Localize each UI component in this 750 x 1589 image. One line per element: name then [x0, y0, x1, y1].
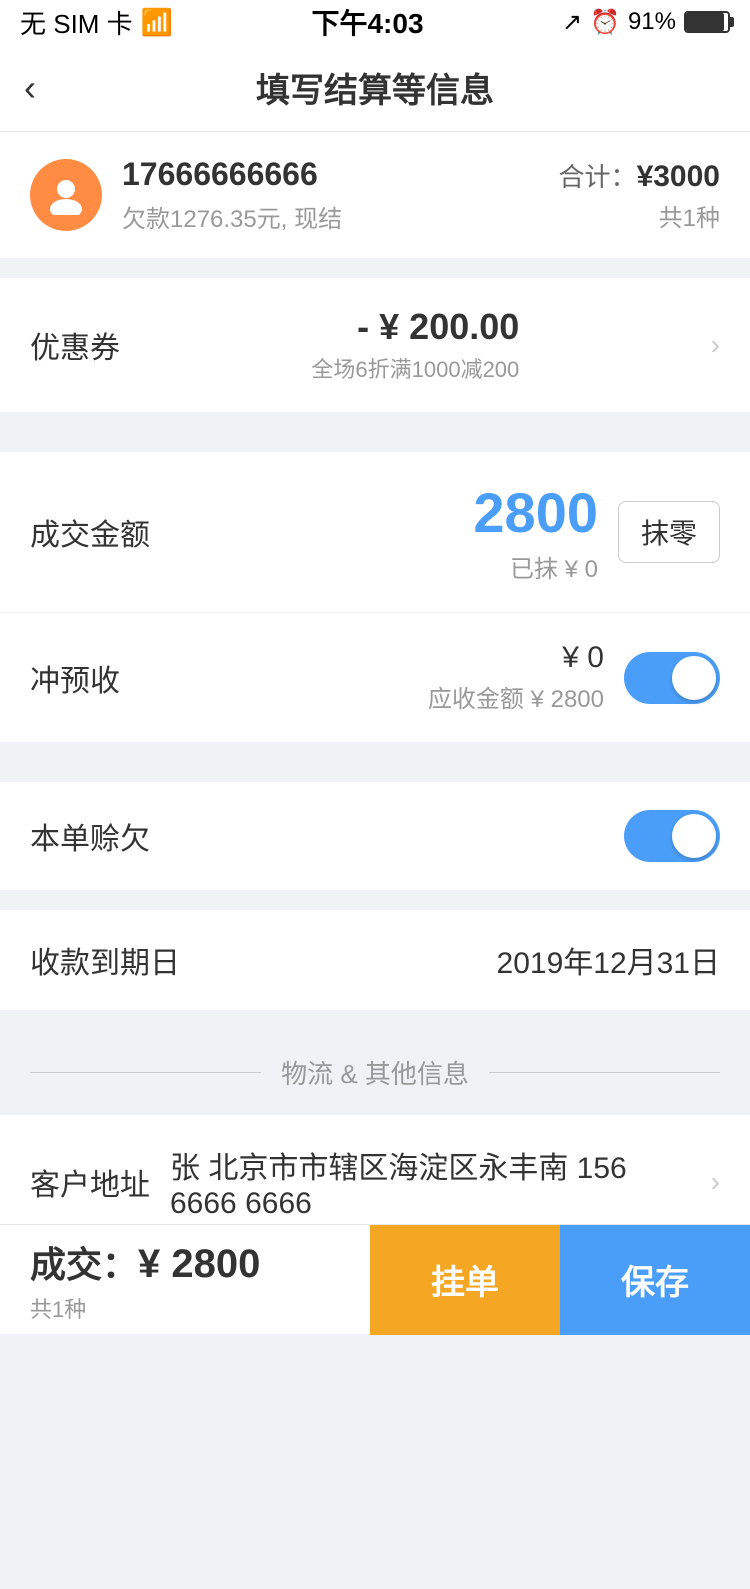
- prepaid-value: ¥ 0: [428, 641, 604, 675]
- coupon-amount: - ¥ 200.00: [311, 306, 519, 348]
- prepaid-toggle[interactable]: [624, 652, 720, 704]
- address-chevron-icon: ›: [711, 1166, 720, 1198]
- credit-row: 本单赊欠: [0, 782, 750, 890]
- form-section-credit: 本单赊欠: [0, 782, 750, 890]
- deal-amount-sub: 已抹 ¥ 0: [473, 549, 598, 584]
- battery-label: 91%: [628, 8, 676, 36]
- address-value: 张 北京市市辖区海淀区永丰南 156 6666 6666: [170, 1143, 699, 1221]
- round-zero-button[interactable]: 抹零: [618, 501, 720, 563]
- section-line-left: [30, 1072, 261, 1073]
- deal-amount-wrap: 2800 已抹 ¥ 0: [473, 480, 598, 584]
- status-time: 下午4:03: [311, 2, 423, 42]
- wifi-icon: 📶: [141, 7, 173, 38]
- deal-amount-row: 成交金额 2800 已抹 ¥ 0 抹零: [0, 452, 750, 613]
- due-date-label: 收款到期日: [30, 938, 180, 982]
- bottom-count: 共1种: [30, 1292, 340, 1324]
- prepaid-right: ¥ 0 应收金额 ¥ 2800: [428, 641, 720, 714]
- save-button[interactable]: 保存: [560, 1225, 750, 1335]
- bottom-bar: 成交：¥ 2800 共1种 挂单 保存: [0, 1224, 750, 1334]
- customer-right: 合计：¥3000 共1种: [559, 157, 720, 233]
- prepaid-label: 冲预收: [30, 656, 120, 700]
- credit-toggle[interactable]: [624, 810, 720, 862]
- due-date-row: 收款到期日 2019年12月31日: [0, 910, 750, 1010]
- coupon-right: - ¥ 200.00 全场6折满1000减200: [311, 306, 519, 384]
- avatar: [30, 159, 102, 231]
- nav-bar: ‹ 填写结算等信息: [0, 44, 750, 132]
- section-divider-mid: [0, 762, 750, 782]
- coupon-label: 优惠券: [30, 323, 120, 367]
- carrier-label: 无 SIM 卡: [20, 4, 133, 41]
- prepaid-value-wrap: ¥ 0 应收金额 ¥ 2800: [428, 641, 604, 714]
- total-label: 合计：¥3000: [559, 157, 720, 194]
- back-button[interactable]: ‹: [24, 67, 36, 109]
- status-bar: 无 SIM 卡 📶 下午4:03 ↗ ⏰ 91%: [0, 0, 750, 44]
- deal-amount-right: 2800 已抹 ¥ 0 抹零: [473, 480, 720, 584]
- customer-info: 17666666666 欠款1276.35元, 现结: [122, 156, 342, 234]
- deal-amount-label: 成交金额: [30, 510, 150, 554]
- form-section-deal: 成交金额 2800 已抹 ¥ 0 抹零 冲预收 ¥ 0 应收金额 ¥ 2800: [0, 452, 750, 742]
- alarm-icon: ⏰: [590, 8, 620, 37]
- prepaid-sub: 应收金额 ¥ 2800: [428, 679, 604, 714]
- hold-order-button[interactable]: 挂单: [370, 1225, 560, 1335]
- section-line-right: [489, 1072, 720, 1073]
- section-divider-top: [0, 432, 750, 452]
- deal-amount-value: 2800: [473, 480, 598, 545]
- bottom-summary: 成交：¥ 2800 共1种: [0, 1236, 370, 1324]
- customer-left: 17666666666 欠款1276.35元, 现结: [30, 156, 342, 234]
- content: 17666666666 欠款1276.35元, 现结 合计：¥3000 共1种 …: [0, 132, 750, 1589]
- customer-debt: 欠款1276.35元, 现结: [122, 199, 342, 234]
- customer-row: 17666666666 欠款1276.35元, 现结 合计：¥3000 共1种: [0, 132, 750, 258]
- form-section-duedate: 收款到期日 2019年12月31日: [0, 910, 750, 1010]
- credit-label: 本单赊欠: [30, 814, 150, 858]
- logistics-section-label-row: 物流 & 其他信息: [0, 1030, 750, 1115]
- due-date-value: 2019年12月31日: [497, 938, 720, 982]
- coupon-desc: 全场6折满1000减200: [311, 352, 519, 384]
- location-icon: ↗: [562, 8, 582, 37]
- chevron-right-icon: ›: [711, 329, 720, 361]
- total-count: 共1种: [559, 198, 720, 233]
- logistics-section-label: 物流 & 其他信息: [281, 1054, 469, 1091]
- customer-phone: 17666666666: [122, 156, 342, 193]
- address-label: 客户地址: [30, 1160, 150, 1204]
- page-title: 填写结算等信息: [256, 63, 494, 112]
- status-left: 无 SIM 卡 📶: [20, 4, 173, 41]
- status-right: ↗ ⏰ 91%: [562, 8, 730, 37]
- bottom-deal-label: 成交：¥ 2800: [30, 1236, 340, 1288]
- battery-icon: [684, 11, 730, 33]
- coupon-row[interactable]: 优惠券 - ¥ 200.00 全场6折满1000减200 ›: [0, 278, 750, 412]
- prepaid-row: 冲预收 ¥ 0 应收金额 ¥ 2800: [0, 613, 750, 742]
